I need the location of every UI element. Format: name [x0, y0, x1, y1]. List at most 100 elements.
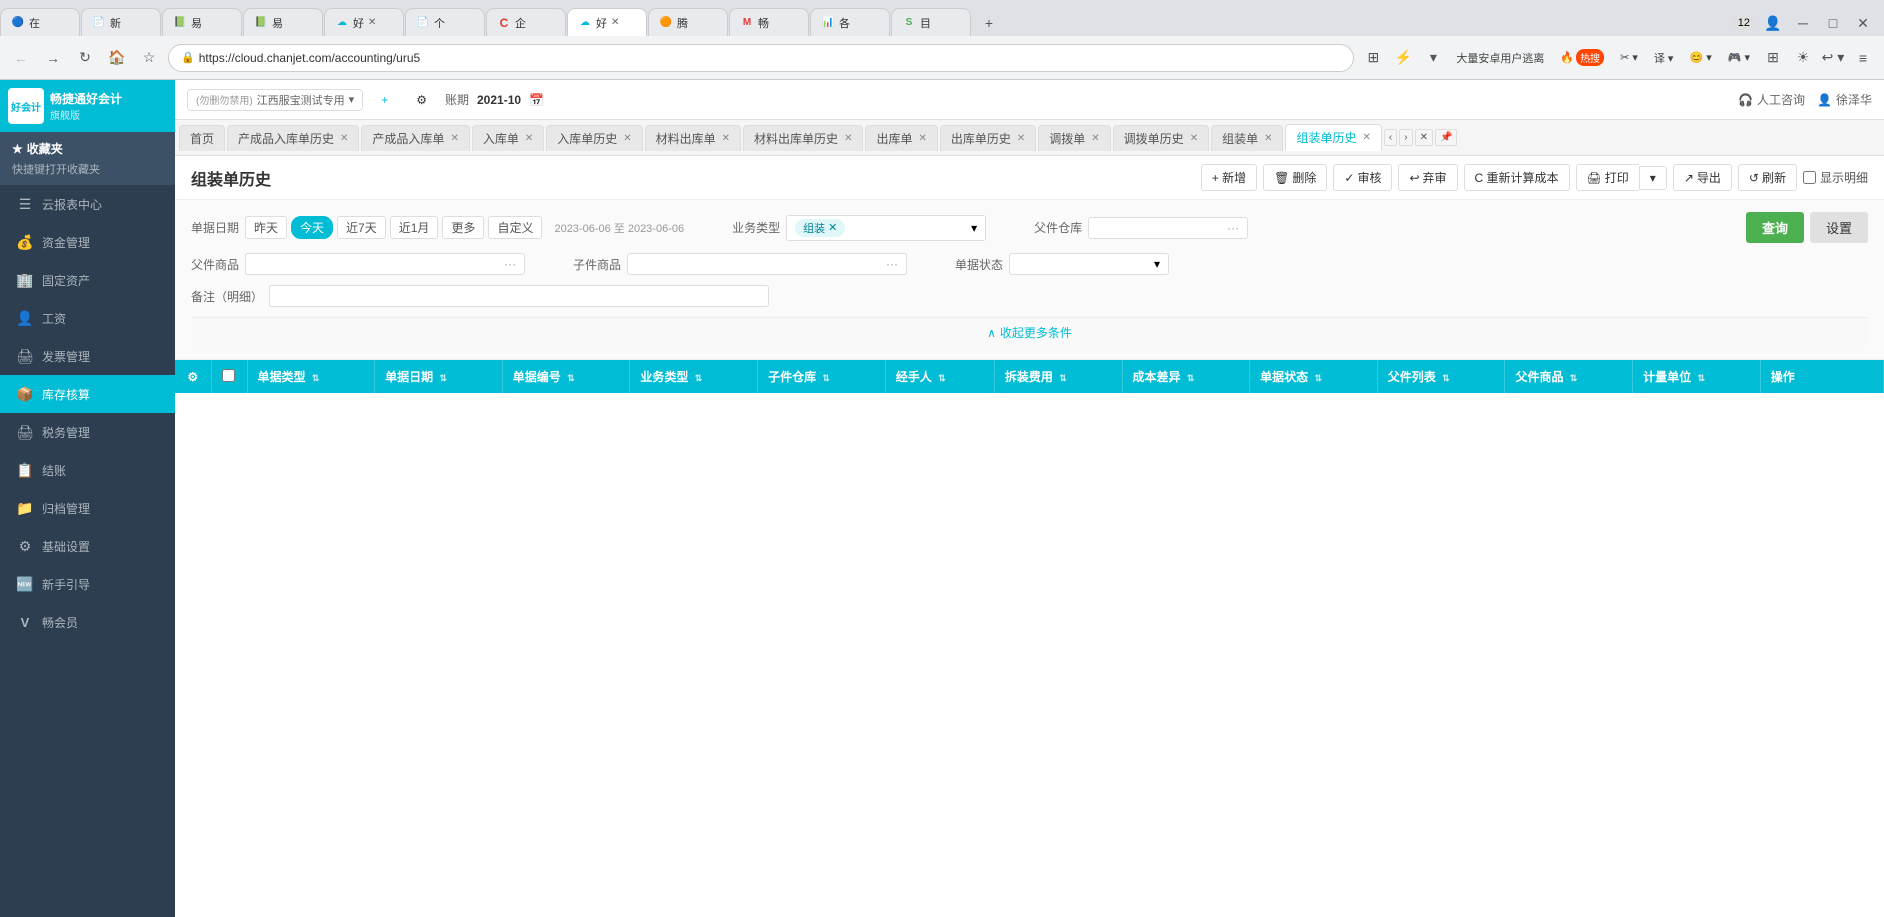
browser-tab-1[interactable]: 🔵 在	[0, 8, 80, 36]
browser-tab-10[interactable]: M 畅	[729, 8, 809, 36]
close-prod-in-hist[interactable]: ✕	[340, 133, 348, 144]
page-tab-prod-in-hist[interactable]: 产成品入库单历史 ✕	[227, 125, 359, 151]
company-selector[interactable]: (勿删勿禁用) 江西服宝测试专用 ▾	[187, 89, 363, 111]
biz-type-select[interactable]: 组装 ✕ ▾	[786, 215, 986, 241]
date-btn-more[interactable]: 更多	[442, 216, 484, 239]
col-cost-diff[interactable]: 成本差异 ⇅	[1122, 360, 1250, 393]
tab-left-arrow[interactable]: ‹	[1384, 129, 1397, 146]
close-button[interactable]: ✕	[1850, 10, 1876, 36]
back-button[interactable]: ←	[8, 45, 34, 71]
page-tab-assemble[interactable]: 组装单 ✕	[1211, 125, 1283, 151]
close-in[interactable]: ✕	[525, 133, 533, 144]
tab-pin[interactable]: 📌	[1435, 129, 1457, 146]
close-in-hist[interactable]: ✕	[623, 133, 631, 144]
dropdown-button[interactable]: ▾	[1420, 45, 1446, 71]
page-tab-in-hist[interactable]: 入库单历史 ✕	[546, 125, 642, 151]
sidebar-item-capital[interactable]: 💰 资金管理	[0, 223, 175, 261]
favorites-shortcut[interactable]: 快捷键打开收藏夹	[12, 161, 163, 177]
page-tab-transfer-hist[interactable]: 调拨单历史 ✕	[1113, 125, 1209, 151]
col-voucher-type[interactable]: 单据类型 ⇅	[247, 360, 375, 393]
audit-button[interactable]: ✓ 审核	[1333, 164, 1392, 191]
page-tab-mat-out-hist[interactable]: 材料出库单历史 ✕	[743, 125, 863, 151]
close-assemble[interactable]: ✕	[1264, 133, 1272, 144]
show-detail-checkbox[interactable]	[1803, 171, 1816, 184]
bookmark-button[interactable]: ☆	[136, 45, 162, 71]
history-button[interactable]: ↩ ▾	[1820, 45, 1846, 71]
page-tab-out[interactable]: 出库单 ✕	[865, 125, 937, 151]
col-voucher-status[interactable]: 单据状态 ⇅	[1250, 360, 1378, 393]
customer-service-btn[interactable]: 🎧 人工咨询	[1738, 91, 1805, 108]
search-label[interactable]: 大量安卓用户逃离	[1450, 48, 1550, 68]
page-tab-transfer[interactable]: 调拨单 ✕	[1038, 125, 1110, 151]
tab-close-8[interactable]: ✕	[611, 17, 619, 28]
hot-button[interactable]: 🔥 热搜	[1554, 47, 1610, 68]
sidebar-item-invoice[interactable]: 🖨 发票管理	[0, 337, 175, 375]
page-tab-out-hist[interactable]: 出库单历史 ✕	[940, 125, 1036, 151]
parent-warehouse-more-icon[interactable]: ···	[1227, 221, 1239, 235]
col-biz-type[interactable]: 业务类型 ⇅	[630, 360, 758, 393]
close-mat-out-hist[interactable]: ✕	[844, 133, 852, 144]
col-gear[interactable]: ⚙	[175, 360, 211, 393]
sidebar-item-archive[interactable]: 📁 归档管理	[0, 489, 175, 527]
tab-close-5[interactable]: ✕	[368, 17, 376, 28]
game-button[interactable]: 🎮 ▾	[1722, 49, 1756, 66]
recalculate-button[interactable]: C 重新计算成本	[1464, 164, 1570, 191]
browser-tab-5[interactable]: ☁ 好 ✕	[324, 8, 404, 36]
browser-tab-12[interactable]: S 目	[891, 8, 971, 36]
col-disassembly-fee[interactable]: 拆装费用 ⇅	[994, 360, 1122, 393]
date-btn-1month[interactable]: 近1月	[390, 216, 439, 239]
delete-button[interactable]: 🗑 删除	[1263, 164, 1327, 191]
col-voucher-no[interactable]: 单据编号 ⇅	[502, 360, 630, 393]
col-parent-list[interactable]: 父件列表 ⇅	[1377, 360, 1505, 393]
sidebar-item-report[interactable]: ☰ 云报表中心	[0, 185, 175, 223]
add-company-button[interactable]: +	[371, 89, 398, 111]
maximize-button[interactable]: □	[1820, 10, 1846, 36]
close-mat-out[interactable]: ✕	[722, 133, 730, 144]
page-tab-in[interactable]: 入库单 ✕	[472, 125, 544, 151]
col-parent-goods[interactable]: 父件商品 ⇅	[1505, 360, 1633, 393]
refresh-button[interactable]: ↺ 刷新	[1738, 164, 1797, 191]
col-handler[interactable]: 经手人 ⇅	[885, 360, 994, 393]
browser-tab-3[interactable]: 📗 易	[162, 8, 242, 36]
tab-right-arrow[interactable]: ›	[1399, 129, 1412, 146]
abandon-button[interactable]: ↩ 弃审	[1398, 164, 1457, 191]
sidebar-item-member[interactable]: V 畅会员	[0, 603, 175, 641]
date-btn-7days[interactable]: 近7天	[337, 216, 386, 239]
col-voucher-date[interactable]: 单据日期 ⇅	[375, 360, 503, 393]
sidebar-item-basic[interactable]: ⚙ 基础设置	[0, 527, 175, 565]
new-tab-button[interactable]: +	[976, 10, 1002, 36]
biz-type-tag-remove[interactable]: ✕	[828, 221, 837, 234]
sidebar-item-fixed[interactable]: 🏢 固定资产	[0, 261, 175, 299]
collapse-btn[interactable]: ∧ 收起更多条件	[191, 317, 1868, 347]
page-tab-prod-in[interactable]: 产成品入库单 ✕	[361, 125, 469, 151]
browser-tab-6[interactable]: 📄 个	[405, 8, 485, 36]
browser-tab-4[interactable]: 📗 易	[243, 8, 323, 36]
close-prod-in[interactable]: ✕	[450, 133, 458, 144]
print-dropdown[interactable]: ▾	[1639, 166, 1667, 190]
export-button[interactable]: ↗ 导出	[1673, 164, 1732, 191]
print-button[interactable]: 🖨 打印	[1576, 164, 1639, 191]
sidebar-item-tax[interactable]: 🖨 税务管理	[0, 413, 175, 451]
child-goods-more-icon[interactable]: ···	[886, 257, 898, 271]
emoji-button[interactable]: 😊 ▾	[1683, 49, 1717, 66]
sidebar-item-inventory[interactable]: 📦 库存核算	[0, 375, 175, 413]
date-btn-yesterday[interactable]: 昨天	[245, 216, 287, 239]
close-transfer[interactable]: ✕	[1091, 133, 1099, 144]
translate-button[interactable]: 译 ▾	[1648, 48, 1680, 68]
browser-tab-2[interactable]: 📄 新	[81, 8, 161, 36]
browser-tab-11[interactable]: 📊 各	[810, 8, 890, 36]
lightning-button[interactable]: ⚡	[1390, 45, 1416, 71]
calendar-icon[interactable]: 📅	[529, 93, 544, 107]
split-button[interactable]: ⊞	[1760, 45, 1786, 71]
menu-button[interactable]: ≡	[1850, 45, 1876, 71]
page-tab-assemble-hist[interactable]: 组装单历史 ✕	[1285, 124, 1381, 151]
query-button[interactable]: 查询	[1746, 212, 1804, 243]
profile-button[interactable]: 👤	[1760, 10, 1786, 36]
sidebar-item-guide[interactable]: 🆕 新手引导	[0, 565, 175, 603]
select-all-checkbox[interactable]	[222, 369, 235, 382]
page-tab-home[interactable]: 首页	[179, 125, 225, 151]
date-btn-custom[interactable]: 自定义	[488, 216, 542, 239]
tab-close-all[interactable]: ✕	[1415, 129, 1433, 146]
date-btn-today[interactable]: 今天	[291, 216, 333, 239]
close-transfer-hist[interactable]: ✕	[1190, 133, 1198, 144]
